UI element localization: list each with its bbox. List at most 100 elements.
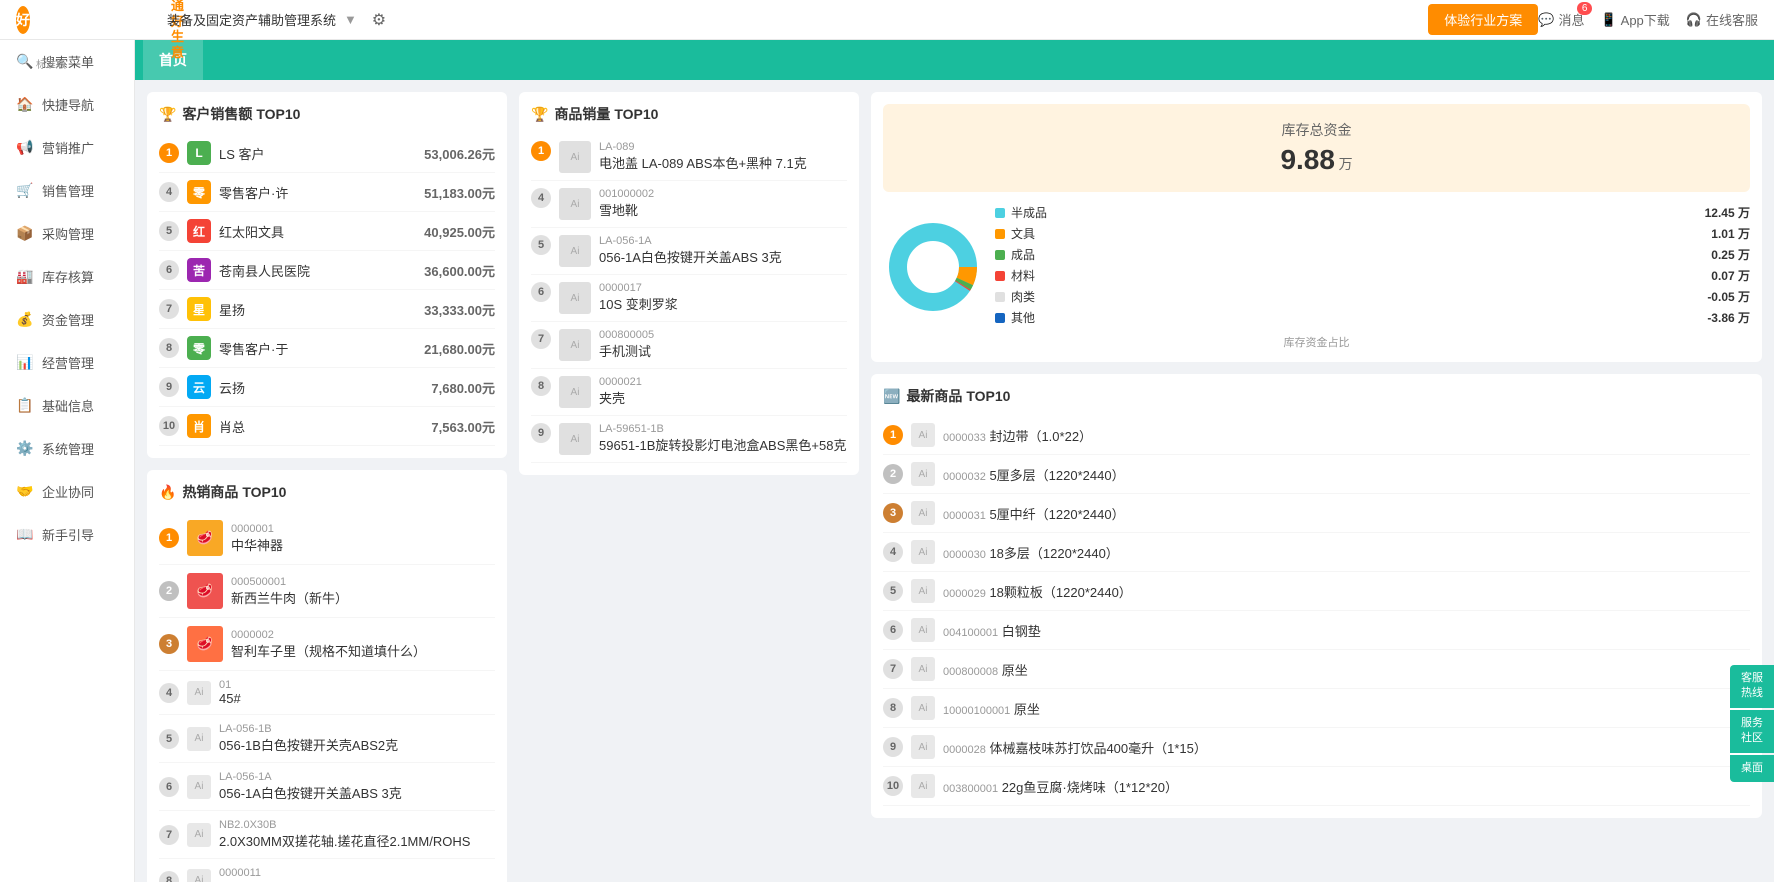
product-thumbnail: Ai: [187, 727, 211, 751]
rank-number: 6: [159, 777, 179, 797]
topbar-right: 💬 消息 6 📱 App下载 🎧 在线客服: [1538, 10, 1758, 29]
product-thumbnail: Ai: [911, 657, 935, 681]
product-rank-item: 4 Ai 001000002 雪地靴: [531, 181, 847, 228]
product-thumbnail: Ai: [911, 501, 935, 525]
customer-rank-card: 🏆 客户销售额 TOP10 1 L LS 客户 53,006.26元 4 零: [147, 92, 507, 458]
sidebar-item-finance[interactable]: 💰 资金管理: [0, 298, 134, 341]
enterprise-icon: 🤝: [16, 483, 34, 501]
float-panel: 客服热线 服务社区 桌面: [1730, 665, 1774, 782]
customer-rank-list: 1 L LS 客户 53,006.26元 4 零 零售客户·许 51,183.0…: [159, 134, 495, 446]
product-image: Ai: [559, 235, 591, 267]
legend-color: [995, 292, 1005, 302]
rank-number: 8: [531, 376, 551, 396]
legend-color: [995, 250, 1005, 260]
message-button[interactable]: 💬 消息 6: [1538, 10, 1584, 29]
new-products-card: 🆕 最新商品 TOP10 1 Ai 0000033 封边带（1.0*22） 2 …: [871, 374, 1762, 818]
sidebar-item-operation[interactable]: 📊 经营管理: [0, 341, 134, 384]
product-info: LA-056-1B 056-1B白色按键开关壳ABS2克: [219, 723, 398, 754]
sidebar-item-enterprise[interactable]: 🤝 企业协同: [0, 470, 134, 513]
sidebar-item-inventory[interactable]: 🏭 库存核算: [0, 255, 134, 298]
sidebar-item-system[interactable]: ⚙️ 系统管理: [0, 427, 134, 470]
sales-icon: 🛒: [16, 182, 34, 200]
legend-item: 肉类 -0.05 万: [995, 288, 1750, 305]
legend-item: 文具 1.01 万: [995, 225, 1750, 242]
sidebar-label: 企业协同: [42, 482, 94, 501]
sidebar-item-purchase[interactable]: 📦 采购管理: [0, 212, 134, 255]
service-hotline-button[interactable]: 客服热线: [1730, 665, 1774, 708]
rank-number: 10: [883, 776, 903, 796]
rank-number: 7: [159, 299, 179, 319]
online-service-button[interactable]: 🎧 在线客服: [1686, 10, 1758, 29]
product-thumbnail: Ai: [911, 735, 935, 759]
product-thumbnail: Ai: [911, 540, 935, 564]
settings-icon[interactable]: ⚙: [365, 6, 393, 34]
hot-products-card: 🔥 热销商品 TOP10 1 🥩 0000001 中华神器 2 🥩: [147, 470, 507, 882]
desktop-button[interactable]: 桌面: [1730, 755, 1774, 782]
legend-item: 其他 -3.86 万: [995, 309, 1750, 326]
inventory-amount-row: 9.88 万: [899, 144, 1734, 176]
sidebar-item-nav[interactable]: 🏠 快捷导航: [0, 83, 134, 126]
sidebar-item-basic[interactable]: 📋 基础信息: [0, 384, 134, 427]
legend-item: 半成品 12.45 万: [995, 204, 1750, 221]
sidebar-label: 营销推广: [42, 138, 94, 157]
sidebar-label: 经营管理: [42, 353, 94, 372]
hot-products-title: 🔥 热销商品 TOP10: [159, 482, 495, 502]
product-rank-item: 7 Ai 000800005 手机测试: [531, 322, 847, 369]
sidebar-label: 基础信息: [42, 396, 94, 415]
sidebar-label: 快捷导航: [42, 95, 94, 114]
trial-button[interactable]: 体验行业方案: [1428, 4, 1538, 35]
product-info: 01 45#: [219, 679, 241, 706]
inventory-legend: 半成品 12.45 万 文具 1.01 万 成品 0: [995, 204, 1750, 330]
avatar: 零: [187, 336, 211, 360]
rank-item: 10 肖 肖总 7,563.00元: [159, 407, 495, 446]
sidebar-item-sales[interactable]: 🛒 销售管理: [0, 169, 134, 212]
sidebar-label: 资金管理: [42, 310, 94, 329]
system-selector[interactable]: 装备及固定资产辅助管理系统 ▼ ⚙: [151, 6, 1420, 34]
sidebar-label: 新手引导: [42, 525, 94, 544]
rank-item: 9 Ai 0000028 体械嘉枝味苏打饮品400毫升（1*15）: [883, 728, 1750, 767]
donut-svg: [883, 217, 983, 317]
legend-item: 成品 0.25 万: [995, 246, 1750, 263]
product-thumbnail: Ai: [187, 775, 211, 799]
sidebar-item-guide[interactable]: 📖 新手引导: [0, 513, 134, 556]
rank-number: 1: [159, 143, 179, 163]
avatar: 云: [187, 375, 211, 399]
hot-item: 3 🥩 0000002 智利车子里（规格不知道填什么）: [159, 618, 495, 671]
product-sales-rank-title: 🏆 商品销量 TOP10: [531, 104, 847, 124]
product-info: 0000001 中华神器: [231, 523, 283, 554]
main-content: 首页 🏆 客户销售额 TOP10 1 L LS 客户: [135, 40, 1774, 882]
legend-color: [995, 208, 1005, 218]
product-thumbnail: 🥩: [187, 626, 223, 662]
rank-number: 4: [531, 188, 551, 208]
inventory-chart-container: 半成品 12.45 万 文具 1.01 万 成品 0: [883, 204, 1750, 330]
sidebar-item-marketing[interactable]: 📢 营销推广: [0, 126, 134, 169]
rank-number: 8: [159, 871, 179, 882]
product-thumbnail: Ai: [187, 681, 211, 705]
product-image: Ai: [559, 423, 591, 455]
headset-icon: 🎧: [1686, 12, 1702, 28]
logo-icon: 好: [16, 6, 30, 34]
purchase-icon: 📦: [16, 225, 34, 243]
rank-number: 8: [159, 338, 179, 358]
product-image: Ai: [559, 282, 591, 314]
rank-item: 4 零 零售客户·许 51,183.00元: [159, 173, 495, 212]
avatar: 星: [187, 297, 211, 321]
sidebar-label: 库存核算: [42, 267, 94, 286]
sidebar: 🔍 搜索菜单 🏠 快捷导航 📢 营销推广 🛒 销售管理 📦 采购管理 🏭 库存核…: [0, 40, 135, 882]
message-badge: 6: [1577, 2, 1593, 15]
avatar: L: [187, 141, 211, 165]
rank-number: 5: [159, 729, 179, 749]
rank-icon: 🏆: [159, 106, 176, 123]
rank-number: 4: [883, 542, 903, 562]
rank-number: 5: [531, 235, 551, 255]
inventory-card: 库存总资金 9.88 万: [871, 92, 1762, 362]
app-download-button[interactable]: 📱 App下载: [1600, 10, 1669, 29]
product-image: Ai: [559, 376, 591, 408]
phone-icon: 📱: [1600, 12, 1616, 28]
home-icon: 🏠: [16, 96, 34, 114]
service-community-button[interactable]: 服务社区: [1730, 710, 1774, 753]
trophy-icon: 🏆: [531, 106, 548, 123]
rank-item: 2 Ai 0000032 5厘多层（1220*2440）: [883, 455, 1750, 494]
topbar: 好 畅捷通好生意 标准版 装备及固定资产辅助管理系统 ▼ ⚙ 体验行业方案 💬 …: [0, 0, 1774, 40]
rank-item: 7 星 星扬 33,333.00元: [159, 290, 495, 329]
